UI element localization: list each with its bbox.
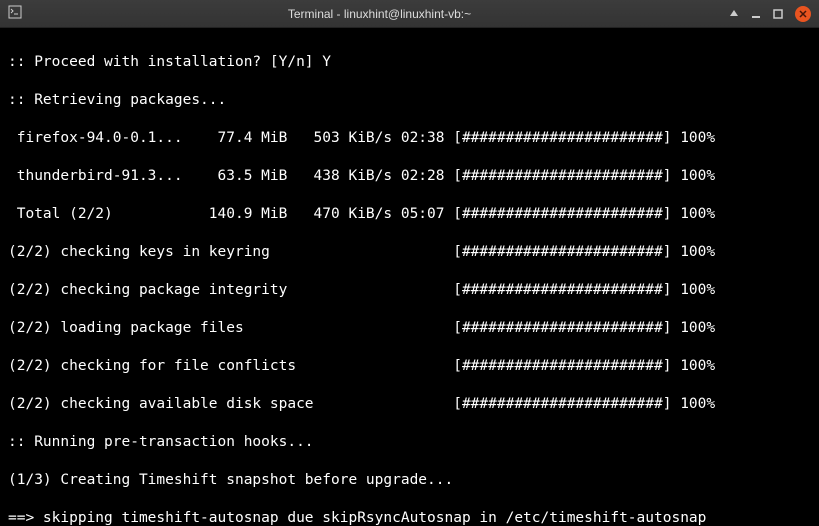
output-line: Total (2/2) 140.9 MiB 470 KiB/s 05:07 [#… bbox=[8, 205, 811, 224]
close-button[interactable] bbox=[795, 6, 811, 22]
minimize-button[interactable] bbox=[751, 9, 761, 19]
output-line: :: Running pre-transaction hooks... bbox=[8, 433, 811, 452]
output-line: thunderbird-91.3... 63.5 MiB 438 KiB/s 0… bbox=[8, 167, 811, 186]
output-line: (2/2) checking package integrity [######… bbox=[8, 281, 811, 300]
output-line: :: Retrieving packages... bbox=[8, 91, 811, 110]
maximize-button[interactable] bbox=[773, 9, 783, 19]
output-line: :: Proceed with installation? [Y/n] Y bbox=[8, 53, 811, 72]
output-line: (2/2) checking for file conflicts [#####… bbox=[8, 357, 811, 376]
output-line: (2/2) loading package files [###########… bbox=[8, 319, 811, 338]
window-title: Terminal - linuxhint@linuxhint-vb:~ bbox=[30, 7, 729, 21]
titlebar: Terminal - linuxhint@linuxhint-vb:~ bbox=[0, 0, 819, 28]
keep-on-top-button[interactable] bbox=[729, 9, 739, 19]
terminal-output[interactable]: :: Proceed with installation? [Y/n] Y ::… bbox=[0, 28, 819, 526]
output-line: (2/2) checking available disk space [###… bbox=[8, 395, 811, 414]
output-line: firefox-94.0-0.1... 77.4 MiB 503 KiB/s 0… bbox=[8, 129, 811, 148]
window-controls bbox=[729, 6, 811, 22]
output-line: ==> skipping timeshift-autosnap due skip… bbox=[8, 509, 811, 526]
output-line: (2/2) checking keys in keyring [########… bbox=[8, 243, 811, 262]
terminal-icon bbox=[8, 5, 22, 23]
output-line: (1/3) Creating Timeshift snapshot before… bbox=[8, 471, 811, 490]
